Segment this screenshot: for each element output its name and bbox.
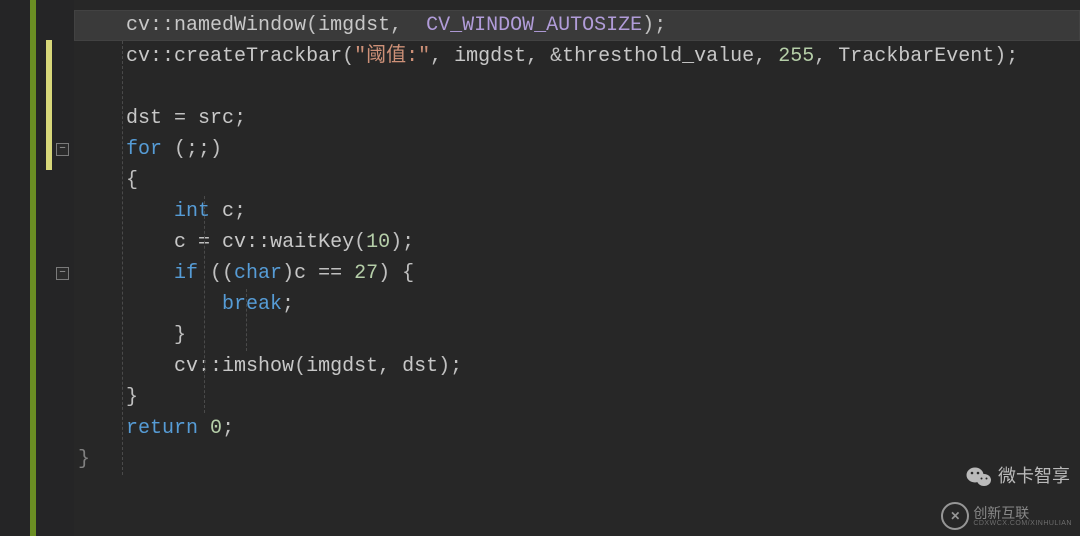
brand-watermark-cn: 创新互联 (973, 506, 1072, 520)
code-token: namedWindow (174, 14, 306, 37)
code-token: c (294, 262, 306, 285)
code-token: imshow (222, 355, 294, 378)
brand-watermark-en: CDXWCX.COM/XINHULIAN (973, 520, 1072, 527)
wechat-watermark-text: 微卡智享 (998, 461, 1070, 492)
code-token: ) (282, 262, 294, 285)
code-token: ; (654, 14, 666, 37)
code-line[interactable]: int c; (74, 196, 1080, 227)
code-token: waitKey (270, 231, 354, 254)
code-token: ( (354, 231, 366, 254)
code-token: , (390, 14, 414, 37)
code-token: , (814, 45, 838, 68)
code-token: ; (234, 200, 246, 223)
code-token: CV_WINDOW_AUTOSIZE (414, 14, 642, 37)
modification-marker (46, 40, 52, 170)
code-token: ) (390, 231, 402, 254)
code-token: , (430, 45, 454, 68)
code-token (198, 417, 210, 440)
code-token: == (306, 262, 354, 285)
code-token: cv (126, 45, 150, 68)
code-token: if (174, 262, 198, 285)
code-token: 255 (778, 45, 814, 68)
code-token: 0 (210, 417, 222, 440)
code-line[interactable]: if ((char)c == 27) { (74, 258, 1080, 289)
code-line[interactable]: dst = src; (74, 103, 1080, 134)
code-token: ; (222, 417, 234, 440)
code-token: thresthold_value (562, 45, 754, 68)
wechat-icon (966, 466, 992, 488)
code-token: , (378, 355, 402, 378)
fold-toggle[interactable] (56, 267, 69, 280)
code-token: ; (402, 231, 414, 254)
code-token: :: (198, 355, 222, 378)
code-token: ) { (378, 262, 414, 285)
code-token: 10 (366, 231, 390, 254)
brand-logo-icon: ✕ (941, 502, 969, 530)
code-token: dst (126, 107, 162, 130)
code-line[interactable]: c = cv::waitKey(10); (74, 227, 1080, 258)
code-token: imgdst (318, 14, 390, 37)
code-token: } (126, 386, 138, 409)
code-token: 27 (354, 262, 378, 285)
code-token: ( (306, 14, 318, 37)
code-token: createTrackbar (174, 45, 342, 68)
code-token: } (174, 324, 186, 347)
code-line[interactable]: cv::imshow(imgdst, dst); (74, 351, 1080, 382)
code-token: ) (642, 14, 654, 37)
code-token: = (162, 107, 198, 130)
code-line[interactable]: { (74, 165, 1080, 196)
code-token: c (174, 231, 186, 254)
code-line[interactable]: for (;;) (74, 134, 1080, 165)
code-token: ); (994, 45, 1018, 68)
code-token: break (222, 293, 282, 316)
code-token: , & (526, 45, 562, 68)
code-token: :: (246, 231, 270, 254)
code-token: ( (342, 45, 354, 68)
code-line[interactable]: return 0; (74, 413, 1080, 444)
fold-toggle[interactable] (56, 143, 69, 156)
code-token: ) (438, 355, 450, 378)
code-token: char (234, 262, 282, 285)
indent-guide (204, 196, 205, 413)
code-line[interactable]: cv::namedWindow(imgdst, CV_WINDOW_AUTOSI… (74, 10, 1080, 41)
code-token: } (78, 448, 90, 471)
code-token: cv (126, 14, 150, 37)
code-token: for (126, 138, 162, 161)
code-line[interactable]: } (74, 320, 1080, 351)
code-line[interactable] (74, 72, 1080, 103)
code-token: return (126, 417, 198, 440)
code-line[interactable]: cv::createTrackbar("阈值:", imgdst, &thres… (74, 41, 1080, 72)
gutter-accent-bar (30, 0, 36, 536)
code-token: imgdst (454, 45, 526, 68)
code-token: dst (402, 355, 438, 378)
code-token: c (210, 200, 234, 223)
indent-guide (122, 41, 123, 475)
code-token: TrackbarEvent (838, 45, 994, 68)
code-token: cv (222, 231, 246, 254)
code-line[interactable]: } (74, 382, 1080, 413)
code-token: :: (150, 14, 174, 37)
code-token: ; (234, 107, 246, 130)
code-token: "阈值:" (354, 45, 430, 68)
brand-watermark: ✕ 创新互联 CDXWCX.COM/XINHULIAN (941, 502, 1072, 530)
code-token: src (198, 107, 234, 130)
code-token: ; (282, 293, 294, 316)
code-line[interactable]: break; (74, 289, 1080, 320)
code-line[interactable]: } (74, 444, 1080, 475)
indent-guide (246, 289, 247, 351)
wechat-watermark: 微卡智享 (966, 461, 1070, 492)
code-token: imgdst (306, 355, 378, 378)
code-token: cv (174, 355, 198, 378)
code-token: ( (294, 355, 306, 378)
code-token: :: (150, 45, 174, 68)
code-editor[interactable]: cv::namedWindow(imgdst, CV_WINDOW_AUTOSI… (0, 0, 1080, 536)
code-token: { (126, 169, 138, 192)
code-token: ; (450, 355, 462, 378)
code-token: , (754, 45, 778, 68)
code-token: (;;) (162, 138, 222, 161)
editor-gutter (0, 0, 74, 536)
code-text-area[interactable]: cv::namedWindow(imgdst, CV_WINDOW_AUTOSI… (74, 0, 1080, 536)
